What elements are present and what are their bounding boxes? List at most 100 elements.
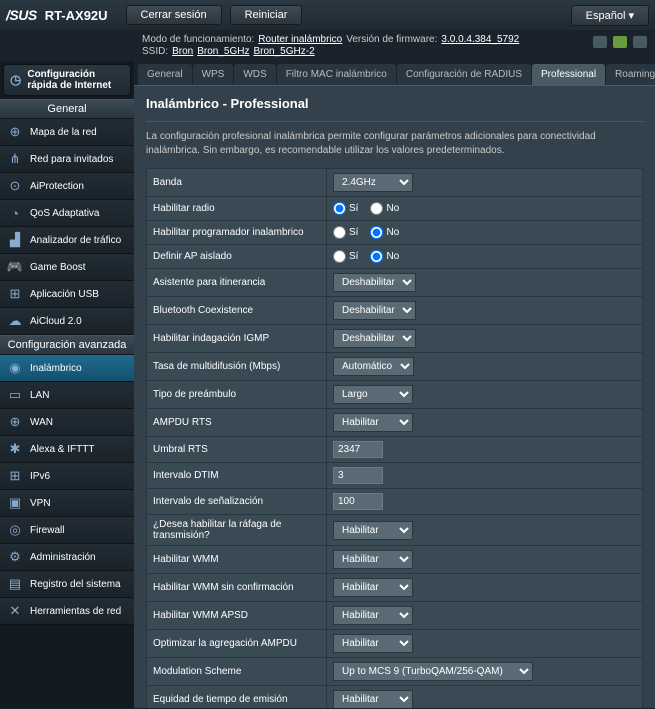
sidebar-item[interactable]: ⊙AiProtection: [0, 173, 134, 200]
setting-select[interactable]: Largo: [333, 385, 413, 404]
language-select[interactable]: Español ▾: [571, 5, 649, 26]
radio-option[interactable]: No: [370, 250, 399, 263]
radio-option[interactable]: Sí: [333, 202, 358, 215]
setting-input[interactable]: [333, 493, 383, 510]
status-icon-3[interactable]: [633, 36, 647, 48]
ssid-2[interactable]: Bron_5GHz: [197, 46, 249, 57]
info-bar: Modo de funcionamiento: Router inalámbri…: [0, 30, 655, 61]
setting-row: Optimizar la agregación AMPDUHabilitar: [147, 630, 643, 658]
tab[interactable]: Configuración de RADIUS: [397, 64, 531, 85]
sidebar-icon: ▣: [6, 495, 24, 511]
setting-select[interactable]: Up to MCS 9 (TurboQAM/256-QAM): [333, 662, 533, 681]
setting-row: AMPDU RTSHabilitar: [147, 409, 643, 437]
radio-option[interactable]: No: [370, 226, 399, 239]
sidebar-item[interactable]: ☁AiCloud 2.0: [0, 308, 134, 335]
sidebar-icon: ⊕: [6, 414, 24, 430]
radio-input[interactable]: [333, 250, 346, 263]
setting-select[interactable]: Habilitar: [333, 550, 413, 569]
setting-select[interactable]: Automático: [333, 357, 414, 376]
mode-value[interactable]: Router inalámbrico: [258, 34, 342, 45]
sidebar-item[interactable]: ▤Registro del sistema: [0, 571, 134, 598]
tab-bar: GeneralWPSWDSFiltro MAC inalámbricoConfi…: [134, 61, 655, 86]
sidebar-item[interactable]: ◔QoS Adaptativa: [0, 200, 134, 227]
setting-label: Umbral RTS: [147, 437, 327, 463]
ssid-3[interactable]: Bron_5GHz-2: [254, 46, 315, 57]
setting-select[interactable]: Habilitar: [333, 606, 413, 625]
radio-input[interactable]: [333, 202, 346, 215]
sidebar-item-label: QoS Adaptativa: [30, 208, 100, 219]
setting-label: Tasa de multidifusión (Mbps): [147, 353, 327, 381]
sidebar-item[interactable]: ▭LAN: [0, 382, 134, 409]
sidebar-item[interactable]: ◎Firewall: [0, 517, 134, 544]
setting-control-cell: Habilitar: [327, 602, 643, 630]
setting-select[interactable]: Deshabilitar: [333, 301, 416, 320]
sidebar-item[interactable]: ⊕ WAN: [0, 409, 134, 436]
sidebar-item-label: WAN: [30, 417, 53, 428]
sidebar-item[interactable]: ⊞Aplicación USB: [0, 281, 134, 308]
setting-row: Habilitar WMM APSDHabilitar: [147, 602, 643, 630]
sidebar-item[interactable]: ⊕Mapa de la red: [0, 119, 134, 146]
model-name: RT-AX92U: [45, 8, 108, 23]
sidebar-item-label: VPN: [30, 498, 51, 509]
setting-input[interactable]: [333, 467, 383, 484]
setting-select[interactable]: 2.4GHz: [333, 173, 413, 192]
sidebar-item-label: Firewall: [30, 525, 64, 536]
radio-option[interactable]: Sí: [333, 250, 358, 263]
sidebar-item[interactable]: ▣ VPN: [0, 490, 134, 517]
radio-input[interactable]: [370, 250, 383, 263]
tab[interactable]: Roaming Block List: [606, 64, 655, 85]
sidebar-item[interactable]: ▟Analizador de tráfico: [0, 227, 134, 254]
sidebar-item[interactable]: ⋔Red para invitados: [0, 146, 134, 173]
reboot-button[interactable]: Reiniciar: [230, 5, 303, 25]
setting-select[interactable]: Habilitar: [333, 578, 413, 597]
setting-label: Habilitar radio: [147, 197, 327, 221]
setting-row: Habilitar WMM Habilitar: [147, 546, 643, 574]
radio-input[interactable]: [370, 202, 383, 215]
setting-select[interactable]: Habilitar: [333, 521, 413, 540]
setting-label: Asistente para itinerancia: [147, 269, 327, 297]
setting-select[interactable]: Deshabilitar: [333, 273, 416, 292]
settings-table: Banda2.4GHzHabilitar radioSíNoHabilitar …: [146, 168, 643, 708]
radio-option[interactable]: No: [370, 202, 399, 215]
setting-select[interactable]: Habilitar: [333, 690, 413, 708]
sidebar-item[interactable]: 🎮Game Boost: [0, 254, 134, 281]
status-icon-2[interactable]: [613, 36, 627, 48]
setting-row: Umbral RTS: [147, 437, 643, 463]
radio-input[interactable]: [370, 226, 383, 239]
sidebar-item[interactable]: ✱Alexa & IFTTT: [0, 436, 134, 463]
setting-select[interactable]: Deshabilitar: [333, 329, 416, 348]
sidebar-item-label: Game Boost: [30, 262, 86, 273]
sidebar-item[interactable]: ✕Herramientas de red: [0, 598, 134, 625]
sidebar-icon: ✱: [6, 441, 24, 457]
radio-group: Sí No: [333, 202, 636, 215]
sidebar-item-label: AiCloud 2.0: [30, 316, 82, 327]
setting-select[interactable]: Habilitar: [333, 413, 413, 432]
setting-label: Habilitar WMM: [147, 546, 327, 574]
panel-desc: La configuración profesional inalámbrica…: [146, 130, 643, 158]
sidebar-item-label: Herramientas de red: [30, 606, 121, 617]
tab[interactable]: General: [138, 64, 192, 85]
radio-option[interactable]: Sí: [333, 226, 358, 239]
setting-control-cell: [327, 489, 643, 515]
quick-setup-button[interactable]: ◷ Configuración rápida de Internet: [3, 64, 131, 96]
fw-value[interactable]: 3.0.0.4.384_5792: [441, 34, 519, 45]
radio-label: Sí: [349, 251, 358, 262]
status-icon-1[interactable]: [593, 36, 607, 48]
setting-row: Asistente para itinerancia Deshabilitar: [147, 269, 643, 297]
radio-label: Sí: [349, 203, 358, 214]
logout-button[interactable]: Cerrar sesión: [126, 5, 222, 25]
tab[interactable]: WDS: [234, 64, 275, 85]
tab[interactable]: WPS: [193, 64, 234, 85]
setting-select[interactable]: Habilitar: [333, 634, 413, 653]
setting-input[interactable]: [333, 441, 383, 458]
setting-row: Tipo de preámbuloLargo: [147, 381, 643, 409]
sidebar-item[interactable]: ◉Inalámbrico: [0, 355, 134, 382]
tab[interactable]: Filtro MAC inalámbrico: [277, 64, 396, 85]
radio-input[interactable]: [333, 226, 346, 239]
setting-control-cell: Deshabilitar: [327, 269, 643, 297]
sidebar-item[interactable]: ⊞IPv6: [0, 463, 134, 490]
panel-title: Inalámbrico - Professional: [146, 96, 643, 122]
ssid-1[interactable]: Bron: [172, 46, 193, 57]
tab[interactable]: Professional: [532, 64, 605, 85]
sidebar-item[interactable]: ⚙Administración: [0, 544, 134, 571]
